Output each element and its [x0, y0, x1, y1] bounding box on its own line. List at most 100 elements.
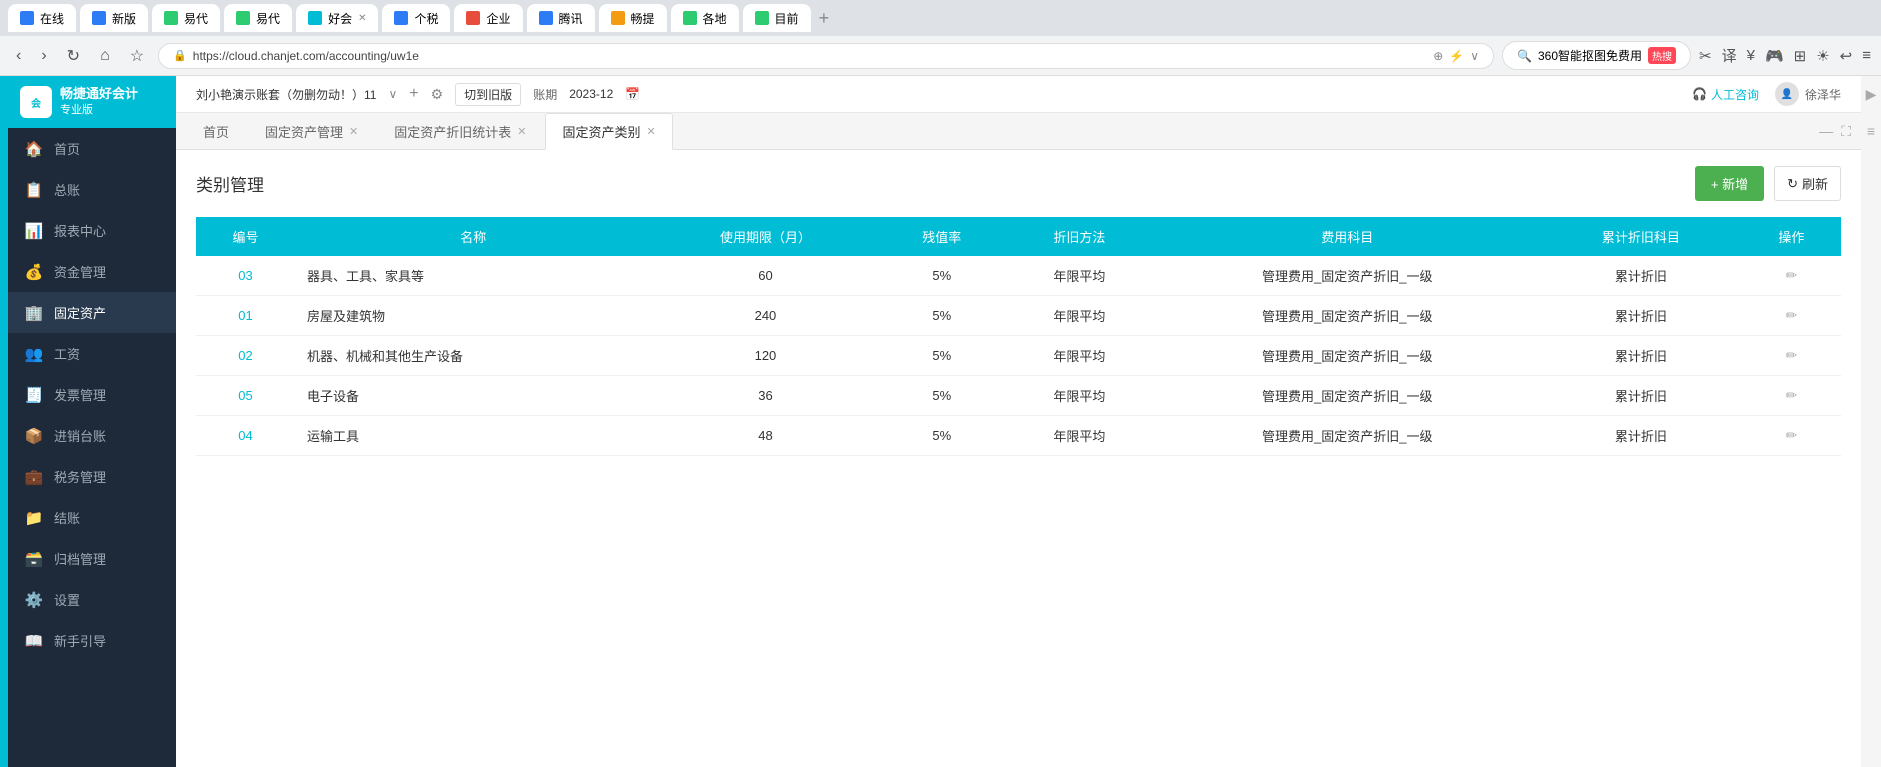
game-icon[interactable]: 🎮 — [1765, 47, 1784, 65]
edit-icon-2[interactable]: ✏ — [1786, 347, 1798, 363]
headset-icon: 🎧 — [1692, 87, 1707, 101]
sidebar-item-settings[interactable]: ⚙️ 设置 — [8, 579, 176, 620]
toolbar-icons: ✂ 译 ¥ 🎮 ⊞ ☀ ↩ ≡ — [1699, 45, 1871, 66]
reload-button[interactable]: ↻ — [61, 42, 86, 70]
minimize-button[interactable]: — — [1819, 123, 1833, 140]
edit-icon-3[interactable]: ✏ — [1786, 387, 1798, 403]
sidebar-item-reports[interactable]: 📊 报表中心 — [8, 210, 176, 251]
edit-icon-1[interactable]: ✏ — [1786, 307, 1798, 323]
cell-method-3: 年限平均 — [1004, 376, 1155, 416]
translate-icon[interactable]: 译 — [1722, 45, 1737, 66]
sidebar-item-funds[interactable]: 💰 资金管理 — [8, 251, 176, 292]
period-value: 2023-12 — [569, 87, 613, 101]
tab-close-haohui[interactable]: ✕ — [358, 13, 366, 24]
search-icon: 🔍 — [1517, 49, 1532, 63]
close-period-icon: 📁 — [24, 509, 44, 527]
service-button[interactable]: 🎧 人工咨询 — [1692, 86, 1759, 103]
tab-depreciation-stats[interactable]: 固定资产折旧统计表 ✕ — [377, 113, 543, 149]
switch-version-button[interactable]: 切到旧版 — [455, 83, 521, 106]
panel-icon-2[interactable]: ≡ — [1867, 123, 1875, 139]
tab-home[interactable]: 首页 — [186, 113, 246, 149]
forward-button[interactable]: › — [35, 43, 52, 69]
cell-period-3: 36 — [652, 376, 880, 416]
cell-period-4: 48 — [652, 416, 880, 456]
sidebar-item-purchases[interactable]: 📦 进销台账 — [8, 415, 176, 456]
panel-icon-1[interactable]: ▶ — [1866, 86, 1877, 103]
add-account-icon[interactable]: + — [409, 85, 418, 103]
sidebar-item-archive[interactable]: 🗃️ 归档管理 — [8, 538, 176, 579]
table-body: 03 器具、工具、家具等 60 5% 年限平均 管理费用_固定资产折旧_一级 累… — [196, 256, 1841, 456]
cell-action-0[interactable]: ✏ — [1742, 256, 1841, 296]
tab-muqian[interactable]: 目前 — [743, 4, 811, 32]
sidebar-item-guide[interactable]: 📖 新手引导 — [8, 620, 176, 661]
cell-action-3[interactable]: ✏ — [1742, 376, 1841, 416]
cell-code-1[interactable]: 01 — [196, 296, 295, 336]
tab-close-depreciation-stats[interactable]: ✕ — [517, 125, 526, 138]
tab-yidai1[interactable]: 易代 — [152, 4, 220, 32]
cell-residual-0: 5% — [879, 256, 1004, 296]
sidebar-item-tax[interactable]: 💼 税务管理 — [8, 456, 176, 497]
avatar: 👤 — [1775, 82, 1799, 106]
tax-icon: 💼 — [24, 468, 44, 486]
cell-residual-1: 5% — [879, 296, 1004, 336]
maximize-button[interactable]: ⛶ — [1841, 123, 1851, 140]
brightness-icon[interactable]: ☀ — [1816, 47, 1829, 65]
tab-close-asset-category[interactable]: ✕ — [647, 125, 656, 138]
tab-close-fixed-assets-mgmt[interactable]: ✕ — [349, 125, 358, 138]
tab-fixed-assets-mgmt[interactable]: 固定资产管理 ✕ — [248, 113, 375, 149]
table-row: 01 房屋及建筑物 240 5% 年限平均 管理费用_固定资产折旧_一级 累计折… — [196, 296, 1841, 336]
sidebar-item-close[interactable]: 📁 结账 — [8, 497, 176, 538]
ledger-icon: 📋 — [24, 181, 44, 199]
edit-icon-4[interactable]: ✏ — [1786, 427, 1798, 443]
tab-gedi[interactable]: 各地 — [671, 4, 739, 32]
address-bar[interactable]: 🔒 https://cloud.chanjet.com/accounting/u… — [158, 43, 1494, 69]
cell-action-2[interactable]: ✏ — [1742, 336, 1841, 376]
sidebar-item-home[interactable]: 🏠 首页 — [8, 128, 176, 169]
cell-action-1[interactable]: ✏ — [1742, 296, 1841, 336]
add-tab-button[interactable]: + — [819, 8, 830, 29]
period-label: 账期 — [533, 86, 557, 103]
cell-action-4[interactable]: ✏ — [1742, 416, 1841, 456]
sidebar-item-fixed-assets[interactable]: 🏢 固定资产 — [8, 292, 176, 333]
tab-enterprise[interactable]: 企业 — [454, 4, 522, 32]
refresh-button[interactable]: ↻ 刷新 — [1774, 166, 1841, 201]
dropdown-user-icon[interactable]: ∨ — [388, 87, 397, 101]
grid-icon[interactable]: ⊞ — [1794, 47, 1807, 65]
tab-asset-category[interactable]: 固定资产类别 ✕ — [545, 113, 672, 150]
tab-zaixin[interactable]: 在线 — [8, 4, 76, 32]
sidebar-item-payroll[interactable]: 👥 工资 — [8, 333, 176, 374]
cell-method-0: 年限平均 — [1004, 256, 1155, 296]
home-button[interactable]: ⌂ — [94, 43, 116, 69]
cell-accum-0: 累计折旧 — [1540, 256, 1742, 296]
add-button[interactable]: + 新增 — [1695, 166, 1764, 201]
calendar-icon[interactable]: 📅 — [625, 87, 640, 101]
sidebar-item-ledger[interactable]: 📋 总账 — [8, 169, 176, 210]
tab-yidai2[interactable]: 易代 — [224, 4, 292, 32]
cell-code-4[interactable]: 04 — [196, 416, 295, 456]
bookmark-button[interactable]: ☆ — [124, 42, 150, 70]
tab-haohui[interactable]: 好会 ✕ — [296, 4, 378, 32]
search-box[interactable]: 🔍 360智能抠图免费用 热搜 — [1502, 41, 1691, 70]
tab-geshui[interactable]: 个税 — [382, 4, 450, 32]
cell-accum-1: 累计折旧 — [1540, 296, 1742, 336]
cell-code-0[interactable]: 03 — [196, 256, 295, 296]
back-button[interactable]: ‹ — [10, 43, 27, 69]
menu-icon[interactable]: ≡ — [1862, 47, 1871, 64]
cell-code-2[interactable]: 02 — [196, 336, 295, 376]
tab-tencent[interactable]: 腾讯 — [527, 4, 595, 32]
undo-icon[interactable]: ↩ — [1840, 47, 1853, 65]
tab-changti[interactable]: 畅提 — [599, 4, 667, 32]
coin-icon[interactable]: ¥ — [1747, 47, 1755, 64]
sidebar-item-invoice[interactable]: 🧾 发票管理 — [8, 374, 176, 415]
payroll-icon: 👥 — [24, 345, 44, 363]
right-panel: ▶ ≡ — [1861, 76, 1881, 767]
scissors-icon[interactable]: ✂ — [1699, 47, 1712, 65]
cell-code-3[interactable]: 05 — [196, 376, 295, 416]
tab-xinban[interactable]: 新版 — [80, 4, 148, 32]
action-buttons: + 新增 ↻ 刷新 — [1695, 166, 1841, 201]
cell-expense-2: 管理费用_固定资产折旧_一级 — [1155, 336, 1540, 376]
cell-accum-4: 累计折旧 — [1540, 416, 1742, 456]
sidebar-logo: 会 畅捷通好会计 专业版 — [8, 76, 176, 128]
settings-topbar-icon[interactable]: ⚙ — [431, 86, 444, 103]
edit-icon-0[interactable]: ✏ — [1786, 267, 1798, 283]
